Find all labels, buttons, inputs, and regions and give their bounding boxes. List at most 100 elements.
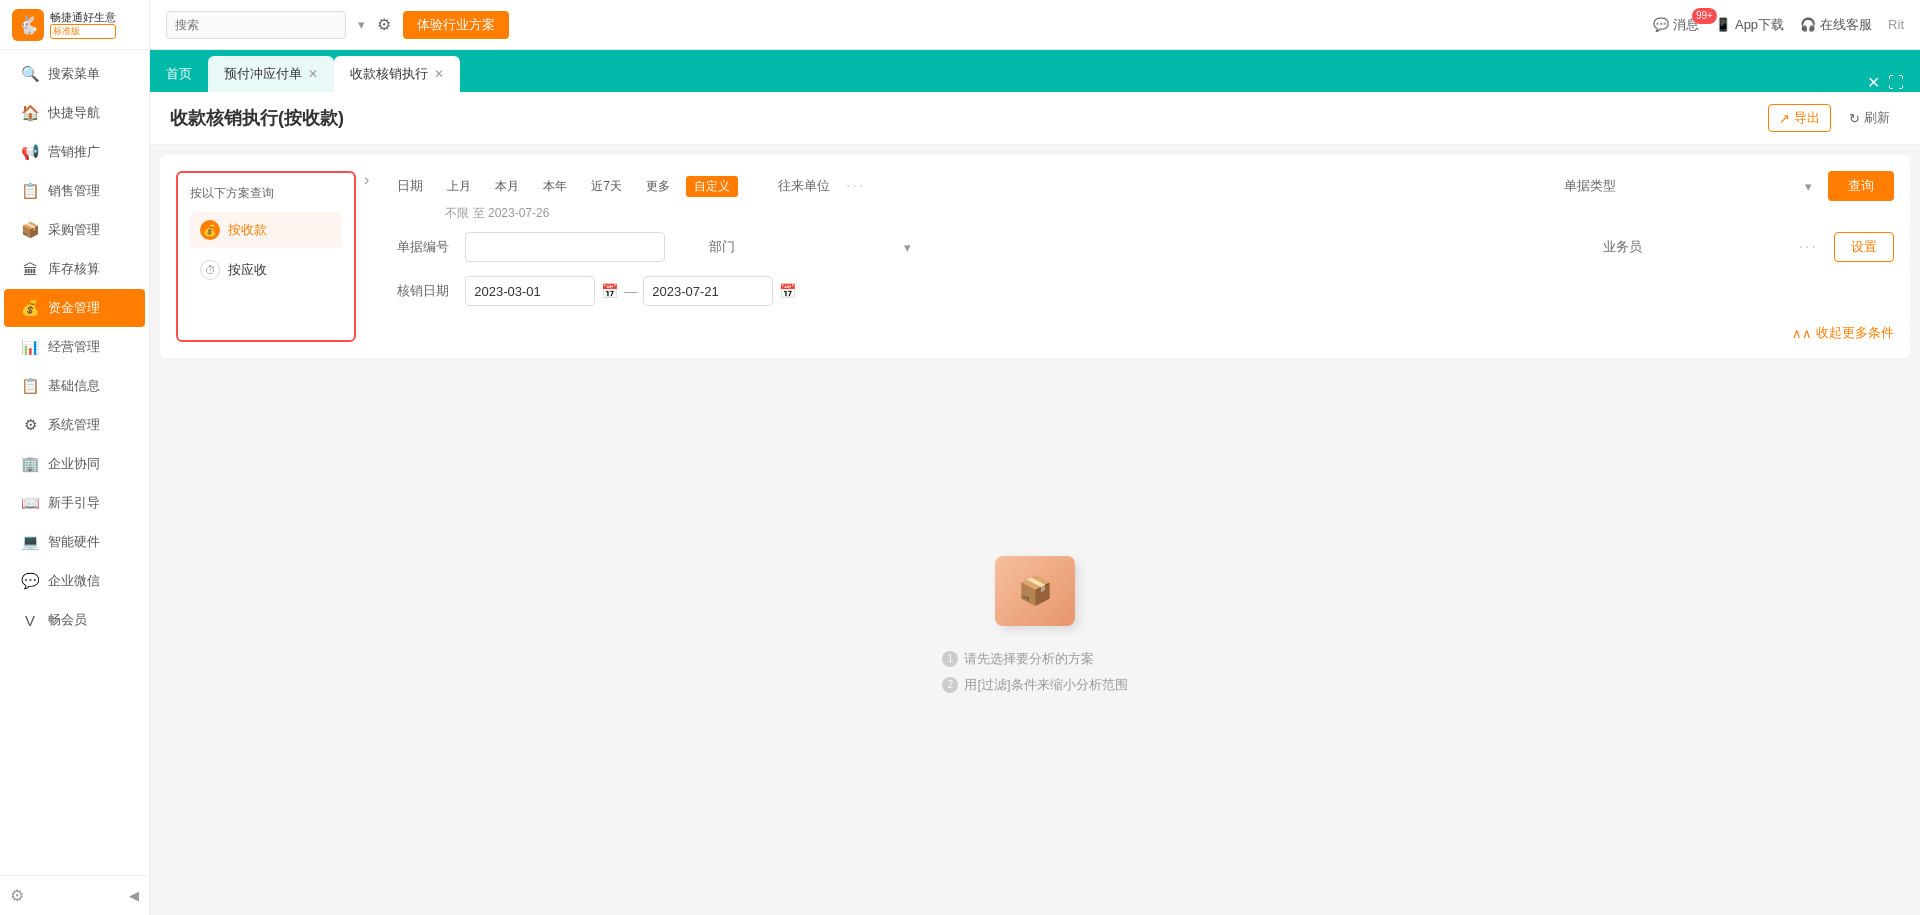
home-icon: 🏠 (20, 104, 40, 122)
tab-collection-close[interactable]: ✕ (434, 67, 444, 81)
date-quick-buttons: 上月 本月 本年 近7天 更多 自定义 (439, 176, 738, 197)
sales-icon: 📋 (20, 182, 40, 200)
hint-2-text: 用[过滤]条件来缩小分析范围 (964, 672, 1127, 698)
sidebar-item-finance[interactable]: 💰 资金管理 (4, 289, 145, 327)
date-cur-month-btn[interactable]: 本月 (487, 176, 527, 197)
date-more-btn[interactable]: 更多 (638, 176, 678, 197)
filter-sidebar: 按以下方案查询 💰 按收款 ⏱ 按应收 (176, 171, 356, 342)
tab-maximize-icon[interactable]: ⛶ (1888, 74, 1904, 92)
verify-date-label: 核销日期 (397, 282, 449, 300)
sidebar-item-member[interactable]: V 畅会员 (4, 601, 145, 639)
staff-select[interactable]: ··· (1658, 238, 1818, 256)
content-area: 收款核销执行(按收款) ↗ 导出 ↻ 刷新 按以下方案查询 💰 按收款 (150, 92, 1920, 915)
sidebar-label-basic: 基础信息 (48, 377, 100, 395)
verify-date-start-input[interactable] (465, 276, 595, 306)
setting-button[interactable]: 设置 (1834, 232, 1894, 262)
logo-name: 畅捷通好生意 (50, 10, 116, 24)
sidebar-item-basic[interactable]: 📋 基础信息 (4, 367, 145, 405)
empty-illustration: 📦 (975, 526, 1095, 626)
settings-icon[interactable]: ⚙ (10, 886, 24, 905)
counterpart-select[interactable]: ··· (846, 177, 1046, 195)
sidebar-item-sales[interactable]: 📋 销售管理 (4, 172, 145, 210)
verify-date-row: 核销日期 📅 — 📅 (397, 276, 1894, 306)
user-name[interactable]: Rit (1888, 17, 1904, 32)
calendar-start-icon[interactable]: 📅 (601, 283, 618, 299)
dept-select[interactable]: ▾ (751, 240, 911, 255)
counterpart-dots[interactable]: ··· (846, 177, 865, 195)
sidebar-label-search: 搜索菜单 (48, 65, 100, 83)
tabbar: 首页 预付冲应付单 ✕ 收款核销执行 ✕ ✕ ⛶ (150, 50, 1920, 92)
doc-no-input[interactable] (465, 232, 665, 262)
collapse-more-btn[interactable]: ∧∧ 收起更多条件 (397, 324, 1894, 342)
date-custom-btn[interactable]: 自定义 (686, 176, 738, 197)
sidebar-label-wechat: 企业微信 (48, 572, 100, 590)
sidebar-item-quick[interactable]: 🏠 快捷导航 (4, 94, 145, 132)
marketing-icon: 📢 (20, 143, 40, 161)
empty-state: 📦 1 请先选择要分析的方案 2 用[过滤]条件来缩小分析范围 (150, 368, 1920, 915)
receipt-icon: 💰 (200, 220, 220, 240)
sidebar-item-corp[interactable]: 🏢 企业协同 (4, 445, 145, 483)
logo-badge: 标准版 (50, 24, 116, 39)
page-actions: ↗ 导出 ↻ 刷新 (1768, 104, 1900, 132)
sidebar-item-beginner[interactable]: 📖 新手引导 (4, 484, 145, 522)
message-button[interactable]: 💬 消息 99+ (1653, 16, 1699, 34)
date-prev-month-btn[interactable]: 上月 (439, 176, 479, 197)
sidebar-label-corp: 企业协同 (48, 455, 100, 473)
sidebar-item-marketing[interactable]: 📢 营销推广 (4, 133, 145, 171)
sidebar-label-finance: 资金管理 (48, 299, 100, 317)
sidebar-item-system[interactable]: ⚙ 系统管理 (4, 406, 145, 444)
filter-option-by-receivable[interactable]: ⏱ 按应收 (190, 252, 342, 288)
date-filter-row: 日期 上月 本月 本年 近7天 更多 自定义 往来单位 (397, 171, 1894, 201)
dept-arrow[interactable]: ▾ (904, 240, 911, 255)
date-nolimit-text: 不限 至 2023-07-26 (445, 206, 549, 220)
verify-date-end-input[interactable] (643, 276, 773, 306)
doc-type-arrow[interactable]: ▾ (1805, 179, 1812, 194)
sidebar-item-hardware[interactable]: 💻 智能硬件 (4, 523, 145, 561)
search-input[interactable] (166, 11, 346, 39)
sidebar-item-search[interactable]: 🔍 搜索菜单 (4, 55, 145, 93)
query-button[interactable]: 查询 (1828, 171, 1894, 201)
tab-prepay[interactable]: 预付冲应付单 ✕ (208, 56, 334, 92)
dept-label: 部门 (709, 238, 735, 256)
finance-icon: 💰 (20, 299, 40, 317)
filter-sidebar-title: 按以下方案查询 (190, 185, 342, 202)
empty-box: 📦 (995, 556, 1075, 626)
refresh-button[interactable]: ↻ 刷新 (1839, 104, 1900, 132)
tab-close-window-icon[interactable]: ✕ (1867, 73, 1880, 92)
basic-icon: 📋 (20, 377, 40, 395)
online-service-button[interactable]: 🎧 在线客服 (1800, 16, 1872, 34)
export-button[interactable]: ↗ 导出 (1768, 104, 1831, 132)
sidebar-item-wechat[interactable]: 💬 企业微信 (4, 562, 145, 600)
doc-no-label: 单据编号 (397, 238, 449, 256)
gear-icon[interactable]: ⚙ (377, 15, 391, 34)
sidebar-item-operation[interactable]: 📊 经营管理 (4, 328, 145, 366)
tab-collection[interactable]: 收款核销执行 ✕ (334, 56, 460, 92)
page-header: 收款核销执行(按收款) ↗ 导出 ↻ 刷新 (150, 92, 1920, 145)
calendar-end-icon[interactable]: 📅 (779, 283, 796, 299)
message-icon: 💬 (1653, 17, 1669, 32)
receivable-icon: ⏱ (200, 260, 220, 280)
filter-option-by-receipt[interactable]: 💰 按收款 (190, 212, 342, 248)
staff-dots[interactable]: ··· (1799, 238, 1818, 256)
tab-prepay-close[interactable]: ✕ (308, 67, 318, 81)
sidebar-collapse-icon[interactable]: ◀ (129, 888, 139, 903)
date-7days-btn[interactable]: 近7天 (583, 176, 630, 197)
empty-hint-2: 2 用[过滤]条件来缩小分析范围 (942, 672, 1127, 698)
sidebar-label-purchase: 采购管理 (48, 221, 100, 239)
app-download-button[interactable]: 📱 App下载 (1715, 16, 1784, 34)
sidebar-label-quick: 快捷导航 (48, 104, 100, 122)
staff-label: 业务员 (1603, 238, 1642, 256)
sidebar-item-purchase[interactable]: 📦 采购管理 (4, 211, 145, 249)
empty-face-icon: 📦 (1018, 574, 1053, 607)
sidebar-item-inventory[interactable]: 🏛 库存核算 (4, 250, 145, 288)
date-cur-year-btn[interactable]: 本年 (535, 176, 575, 197)
tabbar-controls: ✕ ⛶ (1867, 73, 1920, 92)
filter-collapse-btn[interactable]: › (356, 171, 377, 342)
dropdown-icon[interactable]: ▾ (358, 17, 365, 32)
empty-hints: 1 请先选择要分析的方案 2 用[过滤]条件来缩小分析范围 (942, 646, 1127, 698)
industry-btn[interactable]: 体验行业方案 (403, 11, 509, 39)
mobile-icon: 📱 (1715, 17, 1731, 32)
tab-home[interactable]: 首页 (150, 56, 208, 92)
doc-type-select[interactable]: ▾ (1632, 179, 1812, 194)
operation-icon: 📊 (20, 338, 40, 356)
